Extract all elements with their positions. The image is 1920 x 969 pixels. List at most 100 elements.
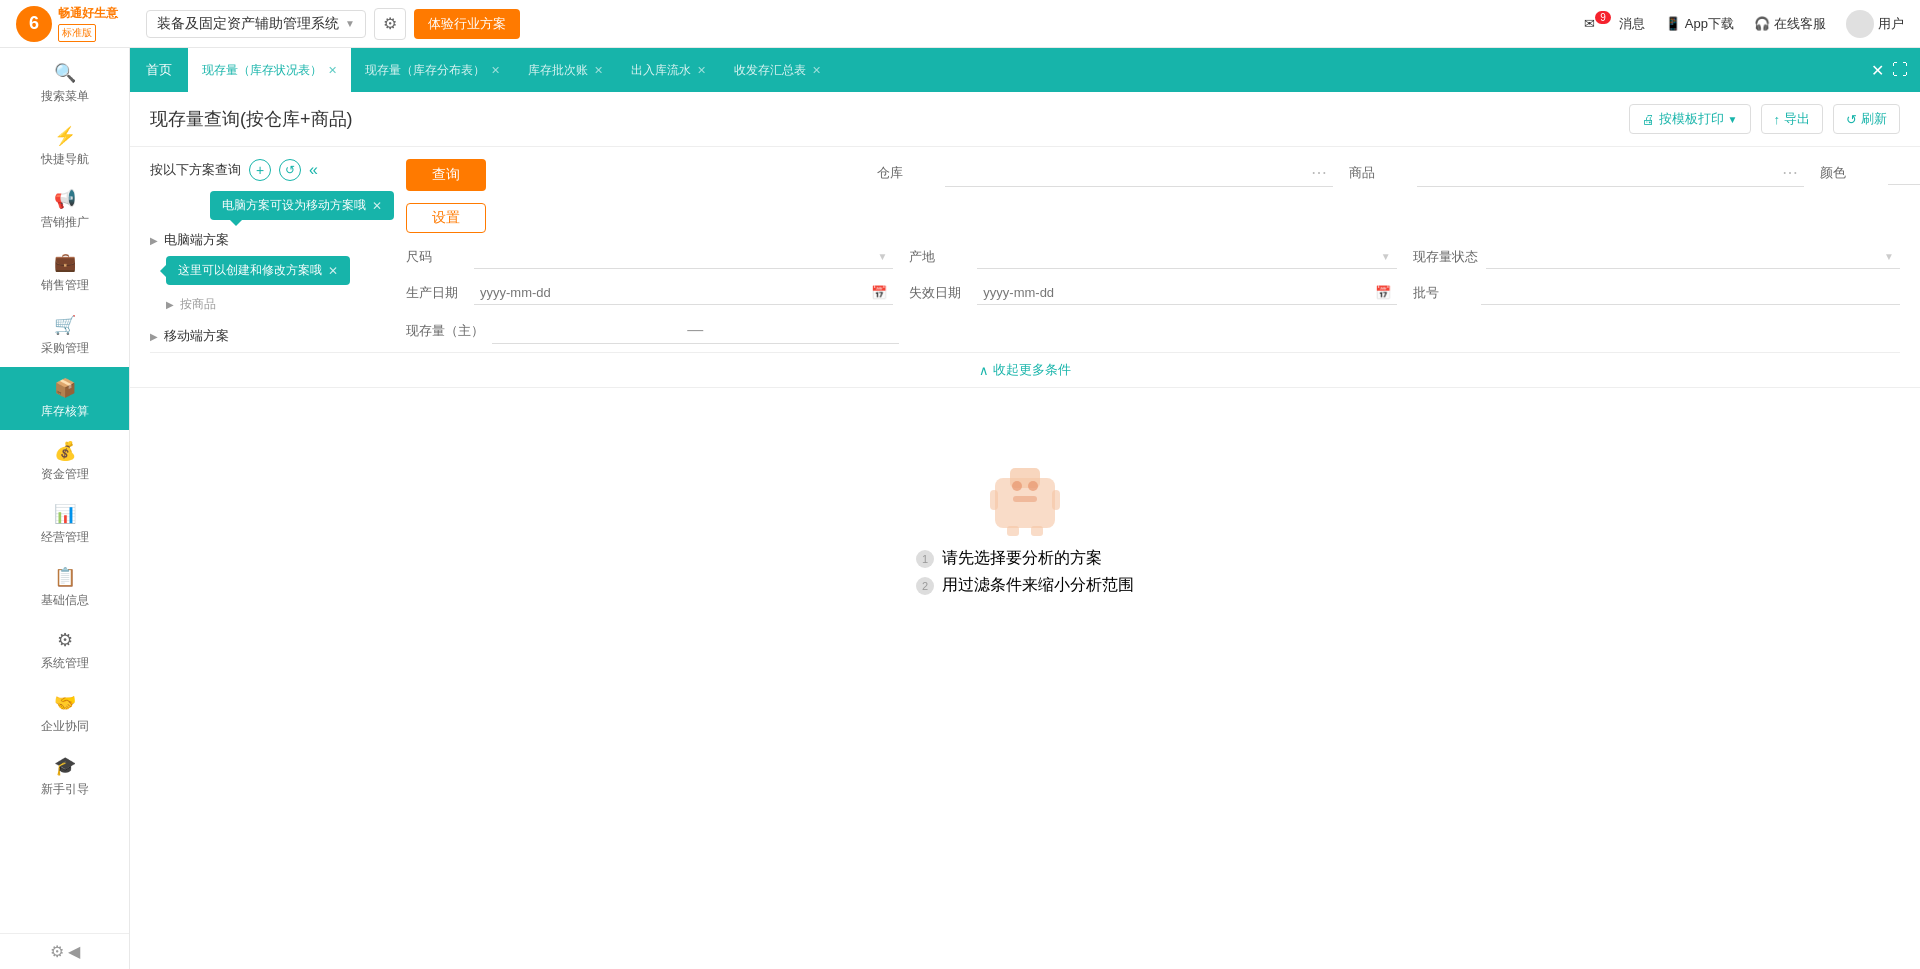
- filter-batch: 批号: [1413, 281, 1900, 305]
- stock-main-input[interactable]: —: [492, 317, 899, 344]
- template-print-btn[interactable]: 🖨 按模板打印 ▼: [1629, 104, 1751, 134]
- collapse-more-btn[interactable]: ∧ 收起更多条件: [150, 352, 1900, 387]
- tab-inout-flow[interactable]: 出入库流水 ✕: [617, 48, 720, 92]
- empty-step1-num: 1: [916, 550, 934, 568]
- tab-home[interactable]: 首页: [130, 48, 188, 92]
- stock-main-from-field[interactable]: [498, 323, 683, 338]
- origin-input[interactable]: ▼: [977, 245, 1396, 269]
- online-service-btn[interactable]: 🎧 在线客服: [1754, 15, 1826, 33]
- produce-date-field[interactable]: [480, 285, 867, 300]
- goods-dots-icon[interactable]: ⋯: [1782, 163, 1798, 182]
- color-input[interactable]: ▼: [1888, 161, 1920, 185]
- scheme-tree-sub[interactable]: ▶ 按商品: [150, 293, 394, 316]
- sidebar-item-inventory[interactable]: 📦 库存核算: [0, 367, 129, 430]
- size-field[interactable]: [480, 249, 877, 264]
- settings-button[interactable]: ⚙: [374, 8, 406, 40]
- sidebar-item-search[interactable]: 🔍 搜索菜单: [0, 52, 129, 115]
- tab-summary[interactable]: 收发存汇总表 ✕: [720, 48, 835, 92]
- range-dash: —: [687, 321, 703, 339]
- page-header: 现存量查询(按仓库+商品) 🖨 按模板打印 ▼ ↑ 导出 ↺: [130, 92, 1920, 147]
- origin-field[interactable]: [983, 249, 1380, 264]
- chevron-down-icon: ▼: [345, 18, 355, 29]
- sidebar: 🔍 搜索菜单 ⚡ 快捷导航 📢 营销推广 💼 销售管理 🛒 采购管理 📦 库存核…: [0, 48, 130, 969]
- refresh-btn[interactable]: ↺ 刷新: [1833, 104, 1900, 134]
- page-inner: 现存量查询(按仓库+商品) 🖨 按模板打印 ▼ ↑ 导出 ↺: [130, 92, 1920, 969]
- tab-close-icon[interactable]: ✕: [812, 64, 821, 77]
- expire-date-calendar-icon[interactable]: 📅: [1375, 285, 1391, 300]
- chevron-down-icon: ▼: [1728, 114, 1738, 125]
- produce-date-input[interactable]: 📅: [474, 281, 893, 305]
- goods-input[interactable]: ⋯: [1417, 159, 1804, 187]
- expire-date-field[interactable]: [983, 285, 1370, 300]
- scheme-tree-pc[interactable]: ▶ 电脑端方案: [150, 228, 394, 252]
- size-chevron-icon[interactable]: ▼: [877, 251, 887, 262]
- stock-status-chevron-icon[interactable]: ▼: [1884, 251, 1894, 262]
- scheme-tree-mobile[interactable]: ▶ 移动端方案: [150, 324, 394, 348]
- tab-close-icon[interactable]: ✕: [697, 64, 706, 77]
- filter-refresh-btn[interactable]: ↺: [279, 159, 301, 181]
- sidebar-item-operations[interactable]: 📊 经营管理: [0, 493, 129, 556]
- sidebar-item-purchase[interactable]: 🛒 采购管理: [0, 304, 129, 367]
- produce-date-calendar-icon[interactable]: 📅: [871, 285, 887, 300]
- tooltip-close-btn[interactable]: ✕: [372, 199, 382, 213]
- size-label: 尺码: [406, 248, 466, 266]
- tab-inventory-dist[interactable]: 现存量（库存分布表） ✕: [351, 48, 514, 92]
- goods-label: 商品: [1349, 164, 1409, 182]
- sidebar-item-quick-nav[interactable]: ⚡ 快捷导航: [0, 115, 129, 178]
- svg-point-2: [1012, 481, 1022, 491]
- tab-close-all-icon[interactable]: ✕: [1871, 61, 1884, 80]
- stock-status-input[interactable]: ▼: [1486, 245, 1900, 269]
- filter-back-btn[interactable]: «: [309, 161, 318, 179]
- scheme-panel: 按以下方案查询 + ↺ « 电脑方案可设为移动方案哦 ✕: [150, 159, 394, 348]
- sidebar-item-finance[interactable]: 💰 资金管理: [0, 430, 129, 493]
- stock-status-field[interactable]: [1492, 249, 1884, 264]
- query-btn[interactable]: 查询: [406, 159, 486, 191]
- filter-fields: 仓库 ⋯ 商品: [406, 159, 1900, 352]
- sidebar-collapse-btn[interactable]: ⚙ ◀: [0, 933, 129, 969]
- empty-step2-text: 用过滤条件来缩小分析范围: [942, 575, 1134, 596]
- sidebar-item-marketing[interactable]: 📢 营销推广: [0, 178, 129, 241]
- sidebar-item-sales[interactable]: 💼 销售管理: [0, 241, 129, 304]
- tab-close-icon[interactable]: ✕: [594, 64, 603, 77]
- batch-input[interactable]: [1481, 281, 1900, 305]
- user-menu[interactable]: 用户: [1846, 10, 1904, 38]
- sidebar-item-newbie[interactable]: 🎓 新手引导: [0, 745, 129, 808]
- tab-batch-ledger[interactable]: 库存批次账 ✕: [514, 48, 617, 92]
- origin-chevron-icon[interactable]: ▼: [1381, 251, 1391, 262]
- setting-btn[interactable]: 设置: [406, 203, 486, 233]
- stock-main-to-field[interactable]: [707, 323, 892, 338]
- tab-close-icon[interactable]: ✕: [328, 64, 337, 77]
- expand-arrow-icon: ▶: [150, 235, 158, 246]
- goods-field[interactable]: [1423, 165, 1782, 180]
- color-field[interactable]: [1894, 165, 1920, 180]
- tooltip2-close-btn[interactable]: ✕: [328, 264, 338, 278]
- sidebar-item-base-info[interactable]: 📋 基础信息: [0, 556, 129, 619]
- query-actions: 查询 设置: [406, 159, 861, 233]
- export-btn[interactable]: ↑ 导出: [1761, 104, 1824, 134]
- batch-field[interactable]: [1487, 285, 1894, 300]
- warehouse-input[interactable]: ⋯: [945, 159, 1332, 187]
- filter-size: 尺码 ▼: [406, 245, 893, 269]
- message-btn[interactable]: ✉ 9 消息: [1584, 15, 1645, 33]
- tab-expand-icon[interactable]: ⛶: [1892, 61, 1908, 79]
- expire-date-input[interactable]: 📅: [977, 281, 1396, 305]
- tab-inventory-status[interactable]: 现存量（库存状况表） ✕: [188, 48, 351, 92]
- page-header-actions: 🖨 按模板打印 ▼ ↑ 导出 ↺ 刷新: [1629, 104, 1900, 134]
- warehouse-dots-icon[interactable]: ⋯: [1311, 163, 1327, 182]
- warehouse-field[interactable]: [951, 165, 1310, 180]
- industry-btn[interactable]: 体验行业方案: [414, 9, 520, 39]
- sidebar-item-system[interactable]: ⚙ 系统管理: [0, 619, 129, 682]
- svg-rect-7: [1007, 526, 1019, 536]
- tab-close-icon[interactable]: ✕: [491, 64, 500, 77]
- system-name-dropdown[interactable]: 装备及固定资产辅助管理系统 ▼: [146, 10, 366, 38]
- tooltip-create-hint: 这里可以创建和修改方案哦 ✕: [166, 256, 350, 285]
- filter-add-btn[interactable]: +: [249, 159, 271, 181]
- logo: 6 畅通好生意 标准版: [16, 5, 146, 42]
- sidebar-item-cooperation[interactable]: 🤝 企业协同: [0, 682, 129, 745]
- sales-icon: 💼: [54, 251, 76, 273]
- expand-arrow-icon2: ▶: [150, 331, 158, 342]
- app-download-btn[interactable]: 📱 App下载: [1665, 15, 1734, 33]
- tooltip-scheme-hint: 电脑方案可设为移动方案哦 ✕: [210, 191, 394, 220]
- size-input[interactable]: ▼: [474, 245, 893, 269]
- page-content: 现存量查询(按仓库+商品) 🖨 按模板打印 ▼ ↑ 导出 ↺: [130, 92, 1920, 969]
